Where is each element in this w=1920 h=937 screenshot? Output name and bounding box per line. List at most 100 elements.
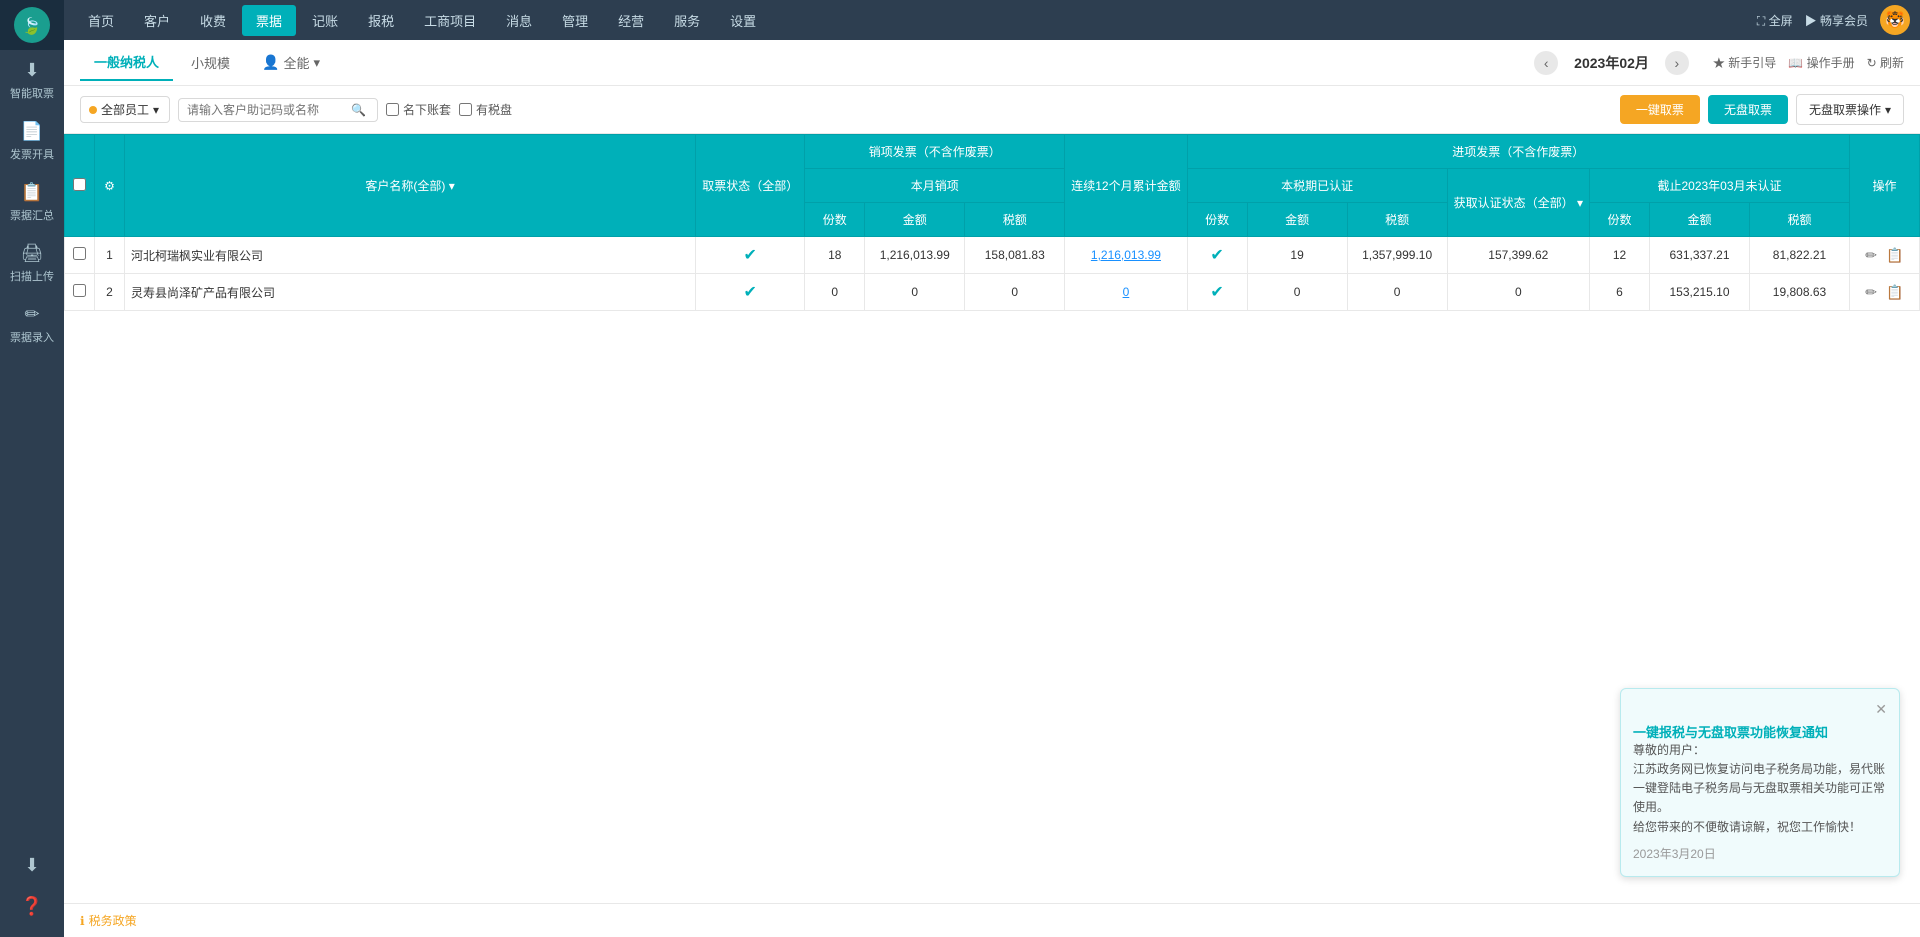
- nav-bookkeeping[interactable]: 记账: [298, 5, 352, 36]
- tab-all-dropdown-icon[interactable]: ▾: [313, 55, 320, 71]
- nav-right: ⛶ 全屏 ▶ 畅享会员 🐯: [1757, 5, 1910, 35]
- nav-invoice[interactable]: 票据: [242, 5, 296, 36]
- status-check-icon: ✔: [744, 284, 757, 301]
- new-guide-button[interactable]: ★ 新手引导: [1713, 54, 1776, 71]
- th-period-certified: 本税期已认证: [1187, 169, 1447, 203]
- no-disk-ops-button[interactable]: 无盘取票操作 ▾: [1796, 94, 1904, 125]
- has-taxdisk-checkbox[interactable]: [459, 103, 472, 116]
- refresh-button[interactable]: ↻ 刷新: [1867, 54, 1904, 71]
- nav-billing[interactable]: 收费: [186, 5, 240, 36]
- th-deadline-uncertified: 截止2023年03月未认证: [1590, 169, 1850, 203]
- row-uncert-tax: 19,808.63: [1750, 274, 1850, 311]
- tab-small[interactable]: 小规模: [177, 45, 244, 80]
- row-cert-status: ✔: [1187, 274, 1247, 311]
- filter-icon[interactable]: ▾: [449, 179, 455, 193]
- tax-policy-link[interactable]: ℹ 税务政策: [80, 912, 137, 929]
- sidebar-item-download[interactable]: ⬇: [0, 845, 64, 886]
- view-action-icon[interactable]: 📋: [1886, 284, 1903, 300]
- th-setting: ⚙: [95, 135, 125, 237]
- sidebar-item-scan-upload[interactable]: 🖨 扫描上传: [0, 233, 64, 294]
- cumulative-link[interactable]: 0: [1123, 285, 1130, 299]
- nav-message[interactable]: 消息: [492, 5, 546, 36]
- nav-manage[interactable]: 管理: [548, 5, 602, 36]
- sidebar-item-invoice-summary[interactable]: 📋 票据汇总: [0, 172, 64, 233]
- manual-button[interactable]: 📖 操作手册: [1788, 54, 1854, 71]
- logo[interactable]: 🍃: [0, 0, 64, 50]
- row-sales-tax: 158,081.83: [965, 237, 1065, 274]
- notification-close-button[interactable]: ✕: [1875, 701, 1887, 717]
- tab-all[interactable]: 👤 全能 ▾: [248, 45, 334, 80]
- row-no: 2: [95, 274, 125, 311]
- prev-period-button[interactable]: ‹: [1534, 51, 1558, 75]
- nav-business[interactable]: 工商项目: [410, 5, 490, 36]
- th-cert-amount: 金额: [1247, 203, 1347, 237]
- nav-operation[interactable]: 经营: [604, 5, 658, 36]
- period-label: 2023年02月: [1566, 53, 1657, 73]
- nav-service[interactable]: 服务: [660, 5, 714, 36]
- tab-small-label: 小规模: [191, 53, 230, 72]
- scan-upload-icon: 🖨: [21, 243, 44, 264]
- vip-button[interactable]: ▶ 畅享会员: [1805, 12, 1868, 29]
- row-cumulative: 0: [1065, 274, 1187, 311]
- row-select-checkbox[interactable]: [73, 247, 86, 260]
- nav-home[interactable]: 首页: [74, 5, 128, 36]
- th-cert-status: 获取认证状态（全部） ▾: [1447, 169, 1589, 237]
- row-actions: ✏ 📋: [1850, 274, 1920, 311]
- employee-select[interactable]: 全部员工 ▾: [80, 96, 170, 123]
- th-checkbox: [65, 135, 95, 237]
- search-box: 🔍: [178, 98, 378, 122]
- row-checkbox[interactable]: [65, 274, 95, 311]
- row-sales-amount: 0: [865, 274, 965, 311]
- tab-general[interactable]: 一般纳税人: [80, 44, 173, 81]
- th-name: 客户名称(全部) ▾: [125, 135, 696, 237]
- nav-settings[interactable]: 设置: [716, 5, 770, 36]
- notification-title: 一键报税与无盘取票功能恢复通知: [1633, 722, 1887, 741]
- search-input[interactable]: [187, 103, 347, 117]
- edit-action-icon[interactable]: ✏: [1865, 284, 1877, 300]
- no-disk-fetch-button[interactable]: 无盘取票: [1708, 95, 1788, 124]
- checkbox-has-taxdisk[interactable]: 有税盘: [459, 101, 512, 118]
- cert-status-filter-icon[interactable]: ▾: [1577, 196, 1583, 210]
- sidebar-item-invoice-open[interactable]: 📄 发票开具: [0, 111, 64, 172]
- nav-tax[interactable]: 报税: [354, 5, 408, 36]
- row-uncert-tax: 81,822.21: [1750, 237, 1850, 274]
- row-name: 灵寿县尚泽矿产品有限公司: [125, 274, 696, 311]
- row-cumulative: 1,216,013.99: [1065, 237, 1187, 274]
- no-disk-ops-label: 无盘取票操作: [1809, 101, 1881, 118]
- invoice-table: ⚙ 客户名称(全部) ▾ 取票状态（全部） 销项发票（不含作废票） 连续12个: [64, 134, 1920, 311]
- employee-dropdown-icon: ▾: [153, 103, 159, 117]
- table-row: 2 灵寿县尚泽矿产品有限公司 ✔ 0 0 0 0 ✔ 0 0 0 6 153,2…: [65, 274, 1920, 311]
- row-sales-tax: 0: [965, 274, 1065, 311]
- toolbar: 全部员工 ▾ 🔍 名下账套 有税盘 一键取票 无盘取票 无盘取票操作 ▾: [64, 86, 1920, 134]
- fullscreen-button[interactable]: ⛶ 全屏: [1757, 12, 1793, 29]
- edit-action-icon[interactable]: ✏: [1865, 247, 1877, 263]
- sidebar-item-label: 发票开具: [10, 146, 54, 162]
- sidebar-bottom: ⬇ ❓: [0, 845, 64, 937]
- employee-dot: [89, 106, 97, 114]
- row-cert-status: ✔: [1187, 237, 1247, 274]
- sidebar-item-smart-fetch[interactable]: ⬇ 智能取票: [0, 50, 64, 111]
- select-all-checkbox[interactable]: [73, 178, 86, 191]
- my-accounts-checkbox[interactable]: [386, 103, 399, 116]
- row-checkbox[interactable]: [65, 237, 95, 274]
- smart-fetch-icon: ⬇: [24, 60, 39, 81]
- th-month-sales: 本月销项: [805, 169, 1065, 203]
- th-status: 取票状态（全部）: [696, 135, 805, 237]
- next-arrow-icon: ›: [1675, 55, 1680, 71]
- search-icon[interactable]: 🔍: [351, 103, 366, 117]
- next-period-button[interactable]: ›: [1665, 51, 1689, 75]
- row-cert-amount: 1,357,999.10: [1347, 237, 1447, 274]
- sidebar-item-data-entry[interactable]: ✏ 票据录入: [0, 294, 64, 355]
- th-purchase-group: 进项发票（不含作废票）: [1187, 135, 1849, 169]
- one-click-fetch-button[interactable]: 一键取票: [1620, 95, 1700, 124]
- user-avatar[interactable]: 🐯: [1880, 5, 1910, 35]
- row-actions: ✏ 📋: [1850, 237, 1920, 274]
- sidebar-item-help[interactable]: ❓: [0, 886, 64, 927]
- row-select-checkbox[interactable]: [73, 284, 86, 297]
- row-uncert-num: 12: [1590, 237, 1650, 274]
- view-action-icon[interactable]: 📋: [1886, 247, 1903, 263]
- nav-customer[interactable]: 客户: [130, 5, 184, 36]
- cumulative-link[interactable]: 1,216,013.99: [1091, 248, 1161, 262]
- checkbox-my-accounts[interactable]: 名下账套: [386, 101, 451, 118]
- invoice-summary-icon: 📋: [21, 182, 43, 203]
